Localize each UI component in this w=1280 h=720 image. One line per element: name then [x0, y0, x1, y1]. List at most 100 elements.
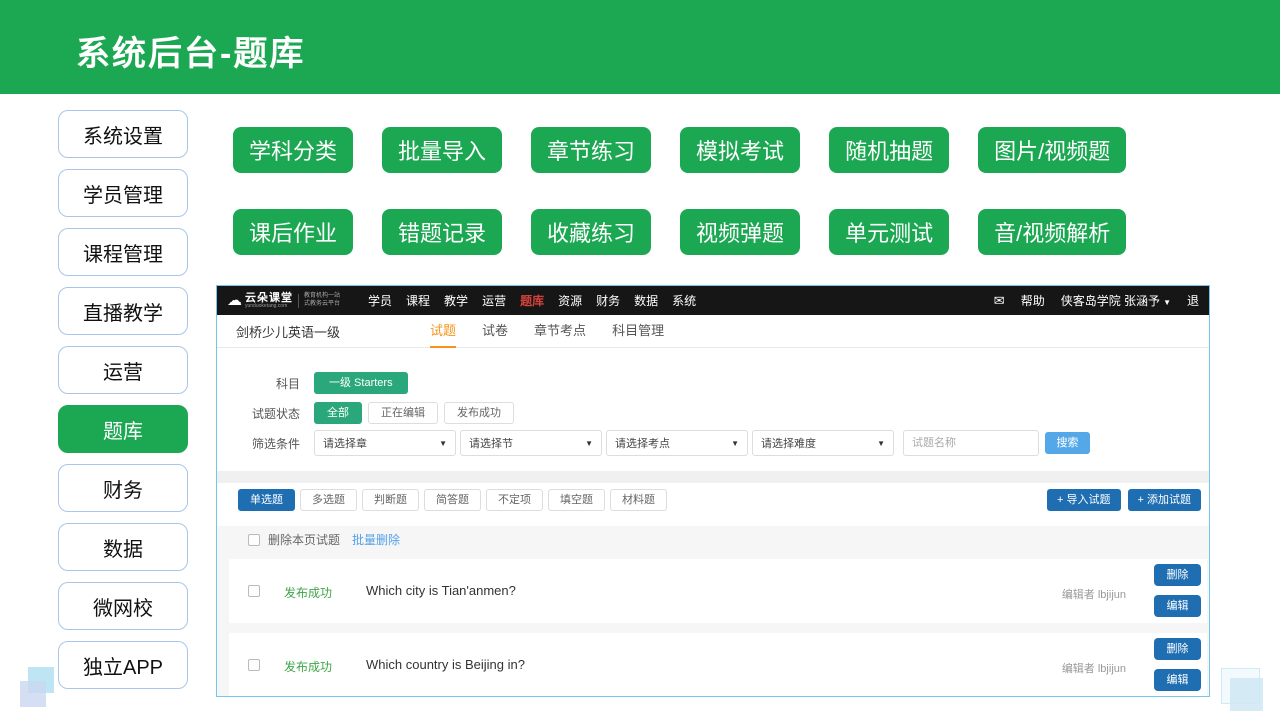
feature-random-draw[interactable]: 随机抽题	[829, 127, 949, 173]
section-divider	[217, 471, 1209, 483]
sidebar-item-live-teaching[interactable]: 直播教学	[58, 287, 188, 335]
chevron-down-icon: ▼	[439, 439, 447, 448]
feature-audio-video-analysis[interactable]: 音/视频解析	[978, 209, 1126, 255]
admin-subbar: 剑桥少儿英语一级 试题 试卷 章节考点 科目管理	[217, 315, 1209, 348]
mail-icon[interactable]: ✉	[994, 293, 1005, 309]
sidebar-item-standalone-app[interactable]: 独立APP	[58, 641, 188, 689]
topnav-teaching[interactable]: 教学	[444, 292, 468, 309]
decoration-square	[1230, 678, 1263, 711]
question-text: Which city is Tian'anmen?	[366, 583, 516, 598]
bulk-actions-row: 删除本页试题 批量删除	[248, 531, 400, 548]
topnav-resources[interactable]: 资源	[558, 292, 582, 309]
help-link[interactable]: 帮助	[1021, 292, 1045, 309]
feature-unit-test[interactable]: 单元测试	[829, 209, 949, 255]
feature-mock-exam[interactable]: 模拟考试	[680, 127, 800, 173]
sidebar-item-course-management[interactable]: 课程管理	[58, 228, 188, 276]
filter-section: 科目 一级 Starters 试题状态 全部 正在编辑 发布成功 筛选条件 请选…	[217, 348, 1209, 471]
logo-url: yunduoketang.com	[245, 304, 293, 309]
tab-questions[interactable]: 试题	[430, 315, 456, 348]
search-button[interactable]: 搜索	[1045, 432, 1090, 454]
topnav-students[interactable]: 学员	[368, 292, 392, 309]
bulk-delete-link[interactable]: 批量删除	[352, 531, 400, 548]
admin-topbar: ☁ 云朵课堂 yunduoketang.com 教育机构一站 式教务云平台 学员…	[217, 286, 1209, 315]
feature-buttons: 学科分类 批量导入 章节练习 模拟考试 随机抽题 图片/视频题 课后作业 错题记…	[233, 127, 1126, 291]
feature-image-video-question[interactable]: 图片/视频题	[978, 127, 1126, 173]
qtab-single-choice[interactable]: 单选题	[238, 489, 295, 511]
yunduo-logo: ☁ 云朵课堂 yunduoketang.com 教育机构一站 式教务云平台	[227, 292, 340, 309]
question-text: Which country is Beijing in?	[366, 657, 525, 672]
feature-chapter-practice[interactable]: 章节练习	[531, 127, 651, 173]
qtab-fill-blank[interactable]: 填空题	[548, 489, 605, 511]
status-all-button[interactable]: 全部	[314, 402, 362, 424]
editor-label: 编辑者 lbjijun	[1062, 660, 1126, 676]
logo-tagline: 教育机构一站 式教务云平台	[304, 293, 340, 307]
chapter-select[interactable]: 请选择章 ▼	[314, 430, 456, 456]
edit-button[interactable]: 编辑	[1154, 595, 1201, 617]
sidebar-item-student-management[interactable]: 学员管理	[58, 169, 188, 217]
page-header: 系统后台-题库	[0, 0, 1280, 94]
tab-subject-management[interactable]: 科目管理	[612, 315, 664, 348]
status-published-button[interactable]: 发布成功	[444, 402, 514, 424]
tab-chapter-points[interactable]: 章节考点	[534, 315, 586, 348]
user-menu[interactable]: 侠客岛学院 张涵予▼	[1061, 292, 1171, 309]
sidebar-item-operations[interactable]: 运营	[58, 346, 188, 394]
knowledge-point-select[interactable]: 请选择考点 ▼	[606, 430, 748, 456]
feature-batch-import[interactable]: 批量导入	[382, 127, 502, 173]
feature-video-popup-question[interactable]: 视频弹题	[680, 209, 800, 255]
row-buttons: 删除 编辑	[1154, 564, 1201, 617]
feature-wrong-question-record[interactable]: 错题记录	[382, 209, 502, 255]
filter-row-subject: 科目 一级 Starters	[217, 372, 408, 394]
delete-button[interactable]: 删除	[1154, 564, 1201, 586]
question-row: 发布成功 Which city is Tian'anmen? 编辑者 lbjij…	[229, 559, 1207, 623]
feature-homework[interactable]: 课后作业	[233, 209, 353, 255]
feature-row-1: 学科分类 批量导入 章节练习 模拟考试 随机抽题 图片/视频题	[233, 127, 1126, 173]
edit-button[interactable]: 编辑	[1154, 669, 1201, 691]
subject-value-pill[interactable]: 一级 Starters	[314, 372, 408, 394]
qtab-multiple-choice[interactable]: 多选题	[300, 489, 357, 511]
sidebar-item-system-settings[interactable]: 系统设置	[58, 110, 188, 158]
cloud-logo-icon: ☁	[227, 293, 242, 308]
question-name-input[interactable]	[903, 430, 1039, 456]
sidebar-item-micro-school[interactable]: 微网校	[58, 582, 188, 630]
topnav-data[interactable]: 数据	[634, 292, 658, 309]
sidebar-item-data[interactable]: 数据	[58, 523, 188, 571]
qtab-indefinite[interactable]: 不定项	[486, 489, 543, 511]
editor-label: 编辑者 lbjijun	[1062, 586, 1126, 602]
logo-divider	[298, 294, 299, 308]
row-checkbox[interactable]	[248, 585, 260, 597]
question-type-tabs: 单选题 多选题 判断题 简答题 不定项 填空题 材料题	[238, 489, 667, 511]
admin-screenshot-panel: ☁ 云朵课堂 yunduoketang.com 教育机构一站 式教务云平台 学员…	[216, 285, 1210, 697]
feature-row-2: 课后作业 错题记录 收藏练习 视频弹题 单元测试 音/视频解析	[233, 209, 1126, 255]
delete-button[interactable]: 删除	[1154, 638, 1201, 660]
status-editing-button[interactable]: 正在编辑	[368, 402, 438, 424]
status-badge: 发布成功	[284, 584, 332, 601]
decoration-square	[20, 681, 46, 707]
subject-label: 科目	[217, 375, 300, 392]
sidebar-item-question-bank[interactable]: 题库	[58, 405, 188, 453]
topnav-operations[interactable]: 运营	[482, 292, 506, 309]
question-actions: + 导入试题 + 添加试题	[1047, 489, 1201, 511]
filter-row-status: 试题状态 全部 正在编辑 发布成功	[217, 402, 520, 424]
difficulty-select[interactable]: 请选择难度 ▼	[752, 430, 894, 456]
qtab-material[interactable]: 材料题	[610, 489, 667, 511]
tab-papers[interactable]: 试卷	[482, 315, 508, 348]
row-buttons: 删除 编辑	[1154, 638, 1201, 691]
topnav-system[interactable]: 系统	[672, 292, 696, 309]
qtab-true-false[interactable]: 判断题	[362, 489, 419, 511]
section-select[interactable]: 请选择节 ▼	[460, 430, 602, 456]
logout-link[interactable]: 退	[1187, 292, 1199, 309]
row-checkbox[interactable]	[248, 659, 260, 671]
feature-favorite-practice[interactable]: 收藏练习	[531, 209, 651, 255]
topnav-courses[interactable]: 课程	[406, 292, 430, 309]
topnav-question-bank[interactable]: 题库	[520, 292, 544, 309]
add-question-button[interactable]: + 添加试题	[1128, 489, 1201, 511]
select-all-checkbox[interactable]	[248, 534, 260, 546]
topnav-finance[interactable]: 财务	[596, 292, 620, 309]
qtab-short-answer[interactable]: 简答题	[424, 489, 481, 511]
import-questions-button[interactable]: + 导入试题	[1047, 489, 1120, 511]
feature-subject-category[interactable]: 学科分类	[233, 127, 353, 173]
question-type-bar: 单选题 多选题 判断题 简答题 不定项 填空题 材料题 + 导入试题 + 添加试…	[217, 483, 1209, 526]
sidebar-item-finance[interactable]: 财务	[58, 464, 188, 512]
course-name: 剑桥少儿英语一级	[236, 322, 340, 341]
filter-row-conditions: 筛选条件 请选择章 ▼ 请选择节 ▼ 请选择考点 ▼ 请选择难度 ▼ 搜索	[217, 430, 1090, 456]
